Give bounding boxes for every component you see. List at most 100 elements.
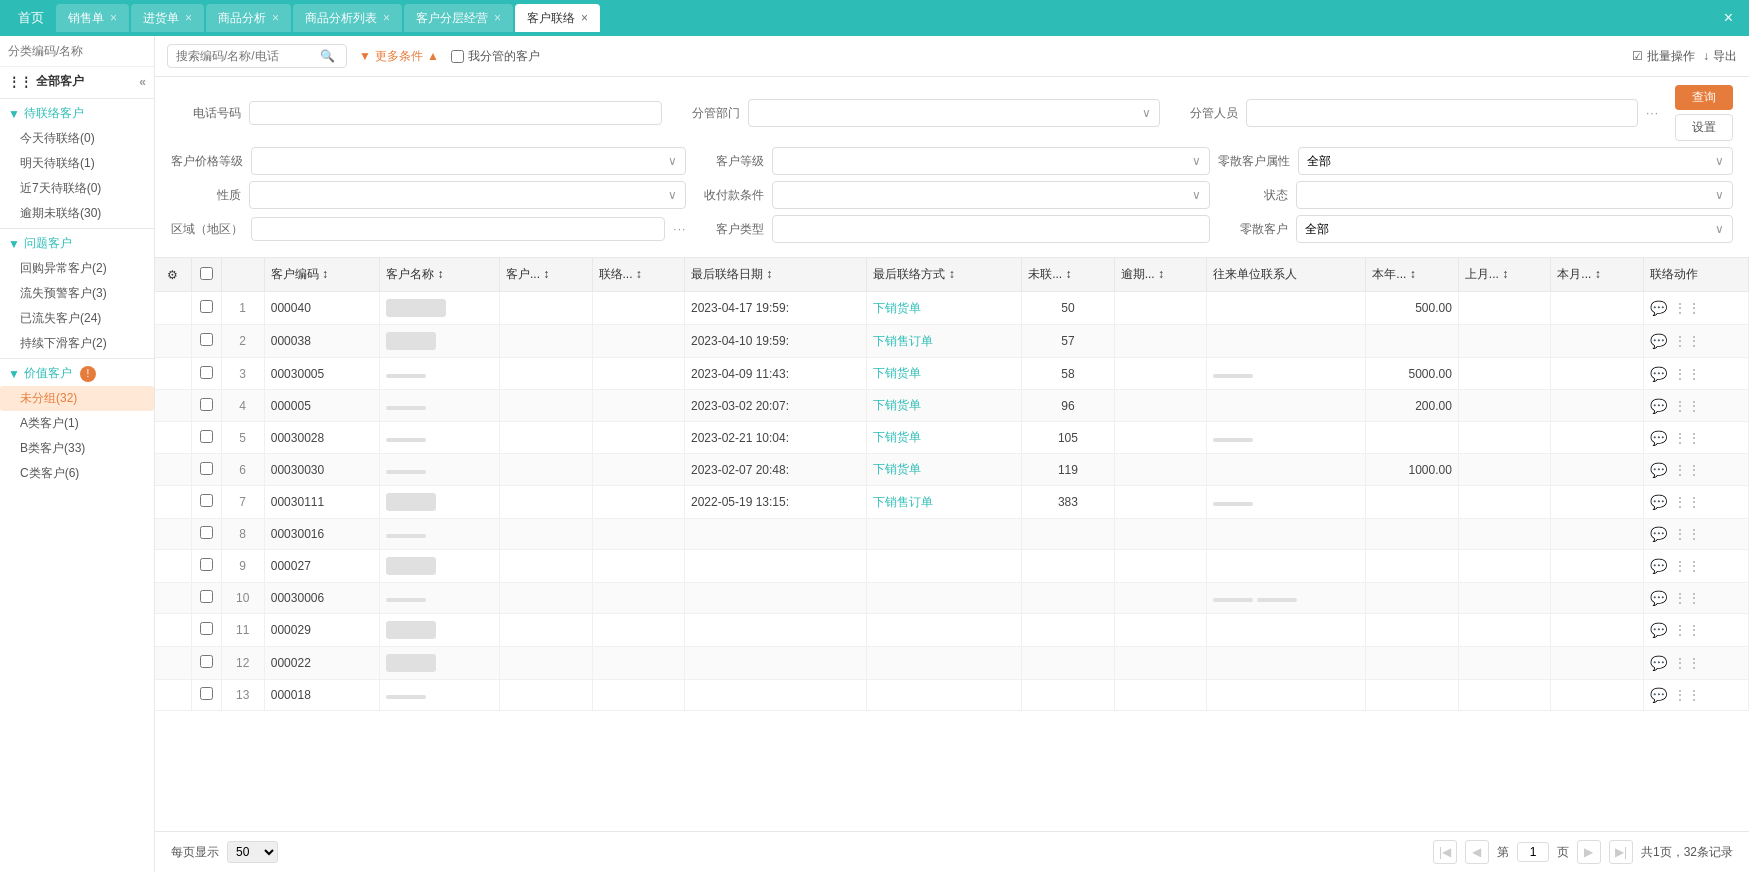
- action-chat-icon[interactable]: 💬: [1650, 494, 1667, 510]
- sidebar-group-problem[interactable]: ▼ 问题客户: [0, 231, 154, 256]
- per-page-select[interactable]: 50 20 100: [227, 841, 278, 863]
- action-grid-icon[interactable]: ⋮⋮: [1673, 462, 1701, 478]
- filter-customer-level-select[interactable]: ∨: [772, 147, 1209, 175]
- next-page-button[interactable]: ▶: [1577, 840, 1601, 864]
- action-grid-icon[interactable]: ⋮⋮: [1673, 300, 1701, 316]
- th-code[interactable]: 客户编码 ↕: [264, 258, 379, 292]
- action-chat-icon[interactable]: 💬: [1650, 462, 1667, 478]
- sidebar-item-churn-warning[interactable]: 流失预警客户(3): [0, 281, 154, 306]
- filter-nature-select[interactable]: ∨: [249, 181, 686, 209]
- th-last-month[interactable]: 上月... ↕: [1458, 258, 1550, 292]
- sidebar-group-waiting[interactable]: ▼ 待联络客户: [0, 101, 154, 126]
- th-name[interactable]: 客户名称 ↕: [380, 258, 500, 292]
- action-chat-icon[interactable]: 💬: [1650, 655, 1667, 671]
- filter-search-input[interactable]: [176, 49, 316, 63]
- filter-manager-dots[interactable]: ···: [1646, 106, 1659, 120]
- tab-product-analysis-list[interactable]: 商品分析列表 ×: [293, 4, 402, 32]
- row-settings[interactable]: [155, 358, 191, 390]
- action-grid-icon[interactable]: ⋮⋮: [1673, 398, 1701, 414]
- batch-operate-button[interactable]: ☑ 批量操作: [1632, 48, 1695, 65]
- filter-search-icon[interactable]: 🔍: [320, 49, 335, 63]
- row-last-contact-method[interactable]: [867, 550, 1022, 583]
- th-contacts[interactable]: 往来单位联系人: [1207, 258, 1366, 292]
- window-close-button[interactable]: ×: [1716, 9, 1741, 27]
- row-last-contact-method[interactable]: 下销货单: [867, 292, 1022, 325]
- tab-purchase-close[interactable]: ×: [185, 11, 192, 25]
- filter-retail-customer-select[interactable]: 全部 ∨: [1296, 215, 1733, 243]
- tab-customer-contact-close[interactable]: ×: [581, 11, 588, 25]
- filter-customer-type-select[interactable]: [772, 215, 1209, 243]
- action-grid-icon[interactable]: ⋮⋮: [1673, 622, 1701, 638]
- row-last-contact-method[interactable]: 下销货单: [867, 358, 1022, 390]
- row-settings[interactable]: [155, 647, 191, 680]
- row-checkbox[interactable]: [200, 687, 213, 700]
- action-grid-icon[interactable]: ⋮⋮: [1673, 333, 1701, 349]
- filter-region-input[interactable]: [251, 217, 665, 241]
- row-checkbox[interactable]: [200, 366, 213, 379]
- row-settings[interactable]: [155, 422, 191, 454]
- action-chat-icon[interactable]: 💬: [1650, 366, 1667, 382]
- row-last-contact-method[interactable]: 下销货单: [867, 454, 1022, 486]
- row-last-contact-method[interactable]: 下销售订单: [867, 486, 1022, 519]
- tab-product-analysis-close[interactable]: ×: [272, 11, 279, 25]
- row-last-contact-method[interactable]: 下销货单: [867, 422, 1022, 454]
- row-checkbox[interactable]: [200, 333, 213, 346]
- row-checkbox[interactable]: [200, 558, 213, 571]
- row-last-contact-method[interactable]: 下销售订单: [867, 325, 1022, 358]
- th-settings[interactable]: ⚙: [155, 258, 191, 292]
- th-type[interactable]: 客户... ↕: [500, 258, 592, 292]
- row-checkbox[interactable]: [200, 526, 213, 539]
- filter-department-select[interactable]: ∨: [748, 99, 1161, 127]
- row-checkbox[interactable]: [200, 462, 213, 475]
- tab-sales[interactable]: 销售单 ×: [56, 4, 129, 32]
- row-last-contact-method[interactable]: [867, 680, 1022, 711]
- filter-my-customers-checkbox[interactable]: [451, 50, 464, 63]
- filter-manager-select[interactable]: [1246, 99, 1638, 127]
- action-chat-icon[interactable]: 💬: [1650, 687, 1667, 703]
- tab-product-analysis-list-close[interactable]: ×: [383, 11, 390, 25]
- tab-purchase[interactable]: 进货单 ×: [131, 4, 204, 32]
- tab-customer-contact[interactable]: 客户联络 ×: [515, 4, 600, 32]
- action-chat-icon[interactable]: 💬: [1650, 430, 1667, 446]
- filter-price-level-select[interactable]: ∨: [251, 147, 686, 175]
- row-settings[interactable]: [155, 519, 191, 550]
- sidebar-group-value[interactable]: ▼ 价值客户 !: [0, 361, 154, 386]
- action-chat-icon[interactable]: 💬: [1650, 590, 1667, 606]
- filter-retail-attr-select[interactable]: 全部 ∨: [1298, 147, 1733, 175]
- action-chat-icon[interactable]: 💬: [1650, 622, 1667, 638]
- sidebar-item-churned[interactable]: 已流失客户(24): [0, 306, 154, 331]
- sidebar-item-class-c[interactable]: C类客户(6): [0, 461, 154, 486]
- sidebar-collapse-icon[interactable]: «: [139, 75, 146, 89]
- row-checkbox[interactable]: [200, 655, 213, 668]
- action-chat-icon[interactable]: 💬: [1650, 398, 1667, 414]
- first-page-button[interactable]: |◀: [1433, 840, 1457, 864]
- sidebar-item-declining[interactable]: 持续下滑客户(2): [0, 331, 154, 356]
- th-no-contact[interactable]: 未联... ↕: [1022, 258, 1114, 292]
- th-contact[interactable]: 联络... ↕: [592, 258, 684, 292]
- action-grid-icon[interactable]: ⋮⋮: [1673, 526, 1701, 542]
- sidebar-item-7days-waiting[interactable]: 近7天待联络(0): [0, 176, 154, 201]
- row-last-contact-method[interactable]: 下销货单: [867, 390, 1022, 422]
- row-checkbox[interactable]: [200, 430, 213, 443]
- sidebar-item-tomorrow-waiting[interactable]: 明天待联络(1): [0, 151, 154, 176]
- row-settings[interactable]: [155, 680, 191, 711]
- sidebar-item-class-a[interactable]: A类客户(1): [0, 411, 154, 436]
- action-grid-icon[interactable]: ⋮⋮: [1673, 590, 1701, 606]
- tab-home[interactable]: 首页: [8, 9, 54, 27]
- th-checkbox[interactable]: [191, 258, 221, 292]
- row-settings[interactable]: [155, 550, 191, 583]
- tab-customer-segment[interactable]: 客户分层经营 ×: [404, 4, 513, 32]
- row-settings[interactable]: [155, 454, 191, 486]
- prev-page-button[interactable]: ◀: [1465, 840, 1489, 864]
- row-settings[interactable]: [155, 325, 191, 358]
- row-settings[interactable]: [155, 614, 191, 647]
- th-last-contact-method[interactable]: 最后联络方式 ↕: [867, 258, 1022, 292]
- tab-sales-close[interactable]: ×: [110, 11, 117, 25]
- sidebar-item-abnormal[interactable]: 回购异常客户(2): [0, 256, 154, 281]
- action-grid-icon[interactable]: ⋮⋮: [1673, 366, 1701, 382]
- row-settings[interactable]: [155, 390, 191, 422]
- row-last-contact-method[interactable]: [867, 583, 1022, 614]
- search-button[interactable]: 查询: [1675, 85, 1733, 110]
- action-grid-icon[interactable]: ⋮⋮: [1673, 558, 1701, 574]
- sidebar-item-today-waiting[interactable]: 今天待联络(0): [0, 126, 154, 151]
